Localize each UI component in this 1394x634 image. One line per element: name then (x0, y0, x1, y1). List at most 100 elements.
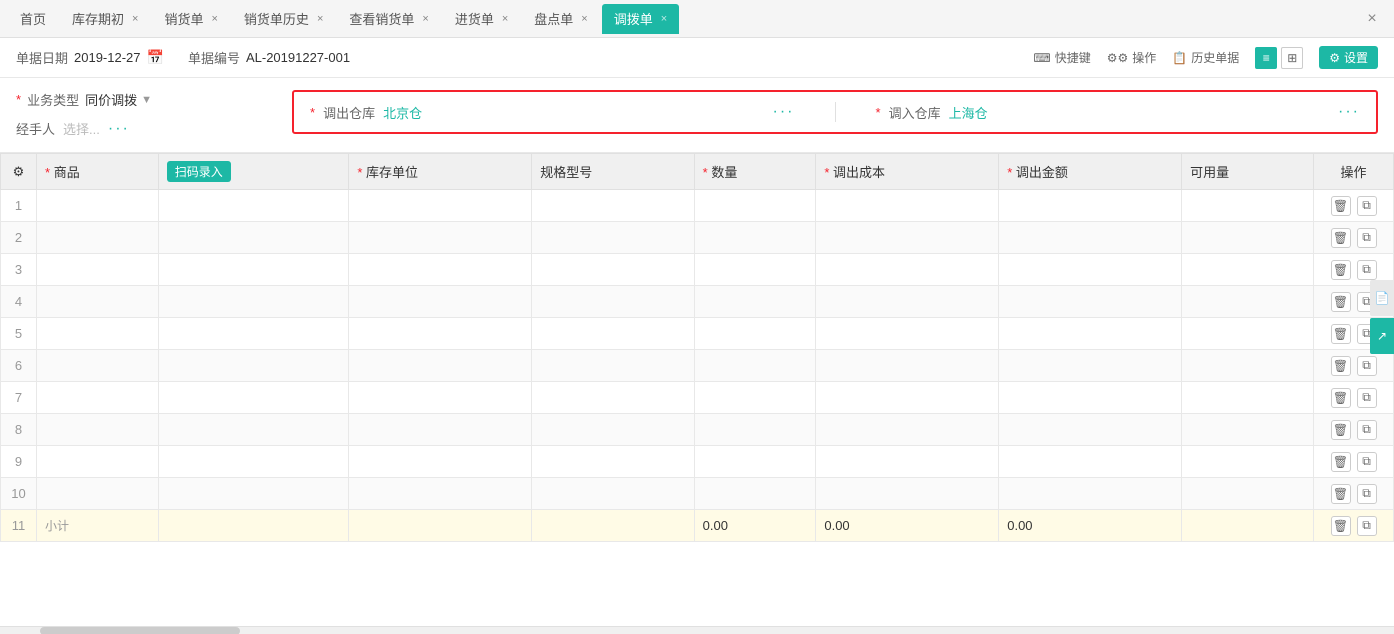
row-spec-10[interactable] (532, 478, 694, 510)
tab-inventory-init[interactable]: 库存期初 × (60, 4, 150, 34)
row-unit-8[interactable] (349, 414, 532, 446)
scrollbar-thumb[interactable] (40, 627, 240, 634)
row-spec-1[interactable] (532, 190, 694, 222)
row-product-8[interactable] (37, 414, 159, 446)
tab-close-purchase-order[interactable]: × (502, 13, 508, 25)
delete-row-8-button[interactable]: 🗑 (1331, 420, 1351, 440)
window-close-button[interactable]: × (1358, 5, 1386, 33)
row-unit-6[interactable] (349, 350, 532, 382)
row-qty-3[interactable] (694, 254, 816, 286)
row-product-5[interactable] (37, 318, 159, 350)
tab-close-sales-history[interactable]: × (317, 13, 323, 25)
row-scan-1[interactable] (158, 190, 349, 222)
delete-row-5-button[interactable]: 🗑 (1331, 324, 1351, 344)
tab-transfer-order[interactable]: 调拨单 × (602, 4, 679, 34)
scan-entry-button[interactable]: 扫码录入 (167, 161, 231, 182)
horizontal-scrollbar[interactable] (0, 626, 1394, 634)
row-qty-7[interactable] (694, 382, 816, 414)
column-scan[interactable]: 扫码录入 (158, 154, 349, 190)
row-amount-7[interactable] (999, 382, 1182, 414)
copy-row-7-button[interactable]: ⧉ (1357, 388, 1377, 408)
row-available-9[interactable] (1182, 446, 1314, 478)
row-product-9[interactable] (37, 446, 159, 478)
row-product-1[interactable] (37, 190, 159, 222)
row-scan-8[interactable] (158, 414, 349, 446)
row-product-4[interactable] (37, 286, 159, 318)
side-expand-button[interactable]: ↗ (1370, 318, 1394, 354)
row-product-7[interactable] (37, 382, 159, 414)
tab-close-inventory-count[interactable]: × (581, 13, 587, 25)
row-scan-2[interactable] (158, 222, 349, 254)
row-qty-1[interactable] (694, 190, 816, 222)
row-scan-3[interactable] (158, 254, 349, 286)
row-spec-5[interactable] (532, 318, 694, 350)
row-spec-9[interactable] (532, 446, 694, 478)
row-cost-5[interactable] (816, 318, 999, 350)
row-qty-8[interactable] (694, 414, 816, 446)
business-type-select[interactable]: 同价调拨 ▼ (85, 90, 245, 109)
row-product-3[interactable] (37, 254, 159, 286)
delete-row-9-button[interactable]: 🗑 (1331, 452, 1351, 472)
row-available-5[interactable] (1182, 318, 1314, 350)
copy-row-9-button[interactable]: ⧉ (1357, 452, 1377, 472)
tab-inventory-count[interactable]: 盘点单 × (522, 4, 599, 34)
tab-close-sales-order[interactable]: × (211, 13, 217, 25)
row-available-7[interactable] (1182, 382, 1314, 414)
row-cost-2[interactable] (816, 222, 999, 254)
row-cost-4[interactable] (816, 286, 999, 318)
row-scan-9[interactable] (158, 446, 349, 478)
tab-close-inventory-init[interactable]: × (132, 13, 138, 25)
grid-view-button[interactable]: ⊞ (1281, 47, 1303, 69)
row-amount-6[interactable] (999, 350, 1182, 382)
row-unit-10[interactable] (349, 478, 532, 510)
delete-row-2-button[interactable]: 🗑 (1331, 228, 1351, 248)
row-spec-2[interactable] (532, 222, 694, 254)
tab-sales-order[interactable]: 销货单 × (152, 4, 229, 34)
tab-purchase-order[interactable]: 进货单 × (443, 4, 520, 34)
tab-close-view-sales[interactable]: × (422, 13, 428, 25)
row-amount-10[interactable] (999, 478, 1182, 510)
row-unit-9[interactable] (349, 446, 532, 478)
row-cost-6[interactable] (816, 350, 999, 382)
row-available-1[interactable] (1182, 190, 1314, 222)
row-cost-1[interactable] (816, 190, 999, 222)
row-unit-2[interactable] (349, 222, 532, 254)
row-cost-10[interactable] (816, 478, 999, 510)
row-cost-3[interactable] (816, 254, 999, 286)
row-amount-5[interactable] (999, 318, 1182, 350)
row-spec-6[interactable] (532, 350, 694, 382)
delete-row-4-button[interactable]: 🗑 (1331, 292, 1351, 312)
row-amount-8[interactable] (999, 414, 1182, 446)
row-qty-4[interactable] (694, 286, 816, 318)
row-scan-5[interactable] (158, 318, 349, 350)
copy-row-1-button[interactable]: ⧉ (1357, 196, 1377, 216)
row-spec-3[interactable] (532, 254, 694, 286)
row-cost-8[interactable] (816, 414, 999, 446)
row-cost-7[interactable] (816, 382, 999, 414)
delete-row-3-button[interactable]: 🗑 (1331, 260, 1351, 280)
delete-subtotal-button[interactable]: 🗑 (1331, 516, 1351, 536)
out-warehouse-value[interactable]: 北京仓 (383, 103, 422, 122)
copy-row-2-button[interactable]: ⧉ (1357, 228, 1377, 248)
row-qty-2[interactable] (694, 222, 816, 254)
list-view-button[interactable]: ≡ (1255, 47, 1277, 69)
copy-row-3-button[interactable]: ⧉ (1357, 260, 1377, 280)
row-amount-3[interactable] (999, 254, 1182, 286)
row-amount-9[interactable] (999, 446, 1182, 478)
settings-button[interactable]: ⚙ 设置 (1319, 46, 1378, 69)
history-button[interactable]: 📋 历史单据 (1172, 49, 1239, 66)
row-product-10[interactable] (37, 478, 159, 510)
row-available-2[interactable] (1182, 222, 1314, 254)
row-qty-6[interactable] (694, 350, 816, 382)
row-qty-10[interactable] (694, 478, 816, 510)
shortcut-button[interactable]: ⌨ 快捷键 (1033, 49, 1090, 66)
side-doc-button[interactable]: 📄 (1370, 280, 1394, 316)
row-spec-8[interactable] (532, 414, 694, 446)
in-warehouse-more-icon[interactable]: ··· (1338, 103, 1360, 121)
row-unit-5[interactable] (349, 318, 532, 350)
row-product-6[interactable] (37, 350, 159, 382)
tab-sales-history[interactable]: 销货单历史 × (232, 4, 335, 34)
row-unit-4[interactable] (349, 286, 532, 318)
row-available-4[interactable] (1182, 286, 1314, 318)
in-warehouse-value[interactable]: 上海仓 (949, 103, 988, 122)
